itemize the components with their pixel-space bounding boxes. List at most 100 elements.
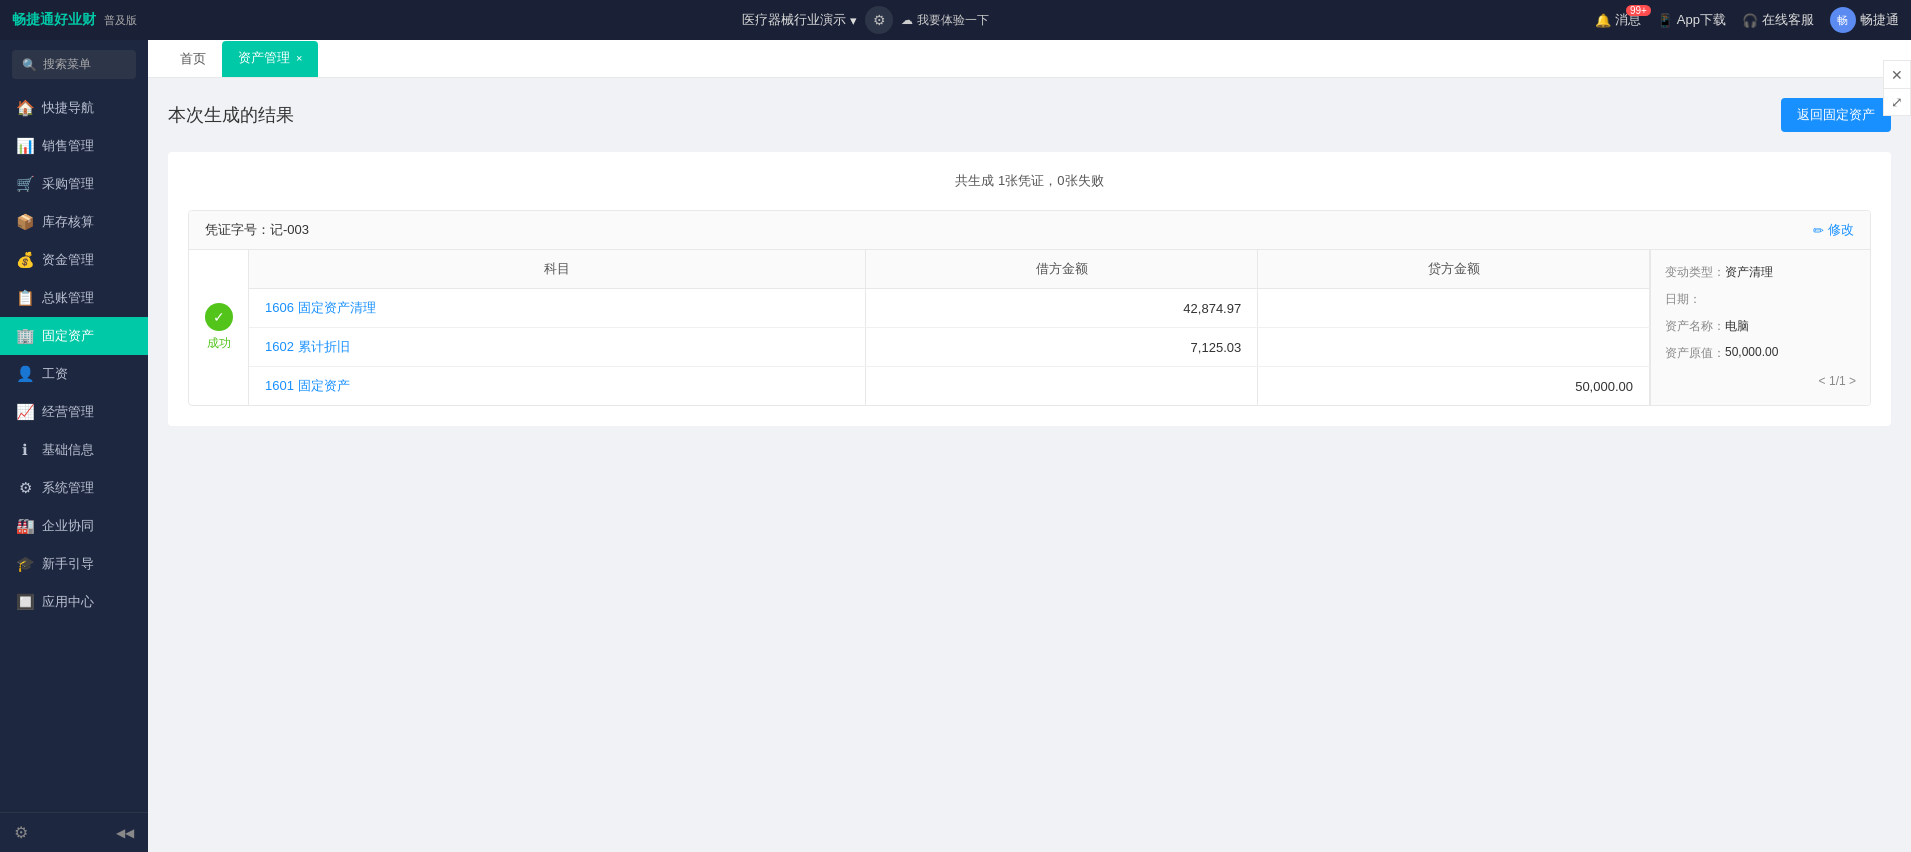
sidebar-item-sales[interactable]: 📊 销售管理 (0, 127, 148, 165)
topbar-center: 医疗器械行业演示 ▾ ⚙ ☁ 我要体验一下 (742, 6, 989, 34)
sidebar-item-basic-info[interactable]: ℹ 基础信息 (0, 431, 148, 469)
edit-voucher-button[interactable]: ✏ 修改 (1813, 221, 1854, 239)
back-to-fixed-assets-button[interactable]: 返回固定资产 (1781, 98, 1891, 132)
prev-page-icon[interactable]: < (1819, 374, 1826, 388)
layout: 🔍 搜索菜单 🏠 快捷导航 📊 销售管理 🛒 采购管理 📦 库存核算 (0, 40, 1911, 852)
table-row: 1602 累计折旧 7,125.03 (249, 328, 1650, 367)
account-cell[interactable]: 1606 固定资产清理 (249, 289, 866, 328)
tab-home[interactable]: 首页 (164, 42, 222, 76)
tab-close-icon[interactable]: × (296, 52, 302, 64)
change-type-row: 变动类型： 资产清理 (1665, 264, 1856, 281)
col-header-subject: 科目 (249, 250, 866, 289)
sidebar-item-system[interactable]: ⚙ 系统管理 (0, 469, 148, 507)
topbar-right: 🔔 消息 99+ 📱 App下载 🎧 在线客服 畅 畅捷通 (1595, 7, 1899, 33)
ledger-icon: 📋 (16, 289, 34, 307)
sidebar-item-payroll[interactable]: 👤 工资 (0, 355, 148, 393)
voucher-table: 科目 借方金额 贷方金额 1606 固定资产清理 42,874. (249, 250, 1650, 405)
result-summary: 共生成 1张凭证，0张失败 (188, 172, 1871, 190)
panel-controls: ✕ ⤢ (1883, 60, 1911, 116)
fixed-assets-icon: 🏢 (16, 327, 34, 345)
credit-cell: 50,000.00 (1258, 367, 1650, 406)
enterprise-icon: 🏭 (16, 517, 34, 535)
headset-icon: 🎧 (1742, 13, 1758, 28)
search-icon: 🔍 (22, 58, 37, 72)
date-row: 日期： (1665, 291, 1856, 308)
sidebar-item-ledger[interactable]: 📋 总账管理 (0, 279, 148, 317)
sidebar-item-enterprise[interactable]: 🏭 企业协同 (0, 507, 148, 545)
sidebar-collapse-icon[interactable]: ◀◀ (116, 826, 134, 840)
online-service-button[interactable]: 🎧 在线客服 (1742, 11, 1814, 29)
inventory-icon: 📦 (16, 213, 34, 231)
original-value-value: 50,000.00 (1725, 345, 1778, 359)
change-type-value: 资产清理 (1725, 264, 1773, 281)
sidebar-item-label: 应用中心 (42, 593, 94, 611)
credit-cell (1258, 328, 1650, 367)
sidebar-search-area: 🔍 搜索菜单 (0, 40, 148, 89)
edit-icon: ✏ (1813, 223, 1824, 238)
app-download-button[interactable]: 📱 App下载 (1657, 11, 1726, 29)
original-value-row: 资产原值： 50,000.00 (1665, 345, 1856, 362)
basic-info-icon: ℹ (16, 441, 34, 459)
app-logo: 畅捷通好业财 (12, 11, 96, 29)
cloud-icon: ☁ (901, 13, 913, 27)
sidebar-item-inventory[interactable]: 📦 库存核算 (0, 203, 148, 241)
sidebar-item-label: 采购管理 (42, 175, 94, 193)
sidebar-item-label: 经营管理 (42, 403, 94, 421)
payroll-icon: 👤 (16, 365, 34, 383)
credit-cell (1258, 289, 1650, 328)
voucher-body: ✓ 成功 科目 借方金额 贷方 (189, 250, 1870, 405)
experience-button[interactable]: ☁ 我要体验一下 (901, 12, 989, 29)
messages-badge: 99+ (1626, 5, 1651, 16)
guide-icon: 🎓 (16, 555, 34, 573)
sidebar-item-finance[interactable]: 💰 资金管理 (0, 241, 148, 279)
next-page-icon[interactable]: > (1849, 374, 1856, 388)
company-selector[interactable]: 医疗器械行业演示 ▾ (742, 11, 857, 29)
sidebar-item-label: 资金管理 (42, 251, 94, 269)
settings-icon[interactable]: ⚙ (865, 6, 893, 34)
account-cell[interactable]: 1601 固定资产 (249, 367, 866, 406)
company-name: 医疗器械行业演示 (742, 11, 846, 29)
side-info-panel: 变动类型： 资产清理 日期： 资产名称： 电脑 (1650, 250, 1870, 405)
download-icon: 📱 (1657, 13, 1673, 28)
operations-icon: 📈 (16, 403, 34, 421)
sidebar-item-label: 固定资产 (42, 327, 94, 345)
success-icon: ✓ (205, 303, 233, 331)
sidebar-item-label: 企业协同 (42, 517, 94, 535)
home-icon: 🏠 (16, 99, 34, 117)
sidebar-footer: ⚙ ◀◀ (0, 812, 148, 852)
voucher-section: 凭证字号：记-003 ✏ 修改 ✓ 成功 (188, 210, 1871, 406)
sidebar-item-quick-nav[interactable]: 🏠 快捷导航 (0, 89, 148, 127)
sidebar-scroll: 🏠 快捷导航 📊 销售管理 🛒 采购管理 📦 库存核算 💰 资金管理 📋 (0, 89, 148, 812)
sidebar-item-label: 总账管理 (42, 289, 94, 307)
expand-panel-button[interactable]: ⤢ (1883, 88, 1911, 116)
search-menu-button[interactable]: 🔍 搜索菜单 (12, 50, 136, 79)
finance-icon: 💰 (16, 251, 34, 269)
result-area: 共生成 1张凭证，0张失败 凭证字号：记-003 ✏ 修改 (168, 152, 1891, 426)
messages-button[interactable]: 🔔 消息 99+ (1595, 11, 1641, 29)
system-icon: ⚙ (16, 479, 34, 497)
user-menu[interactable]: 畅 畅捷通 (1830, 7, 1899, 33)
app-edition: 普及版 (104, 13, 137, 28)
account-cell[interactable]: 1602 累计折旧 (249, 328, 866, 367)
sidebar-item-label: 系统管理 (42, 479, 94, 497)
sidebar-item-guide[interactable]: 🎓 新手引导 (0, 545, 148, 583)
sidebar-item-fixed-assets[interactable]: 🏢 固定资产 (0, 317, 148, 355)
pagination-text: 1/1 (1829, 374, 1849, 388)
date-label: 日期： (1665, 291, 1725, 308)
page-header: 本次生成的结果 返回固定资产 (168, 98, 1891, 132)
asset-name-value: 电脑 (1725, 318, 1749, 335)
sidebar-item-app-center[interactable]: 🔲 应用中心 (0, 583, 148, 621)
debit-cell (866, 367, 1258, 406)
sidebar-item-label: 基础信息 (42, 441, 94, 459)
sidebar-item-purchase[interactable]: 🛒 采购管理 (0, 165, 148, 203)
page-content: 本次生成的结果 返回固定资产 共生成 1张凭证，0张失败 凭证字号：记-003 … (148, 78, 1911, 852)
sidebar-item-label: 工资 (42, 365, 68, 383)
main-content: 首页 资产管理 × 本次生成的结果 返回固定资产 共生成 1张凭证，0张失败 凭… (148, 40, 1911, 852)
purchase-icon: 🛒 (16, 175, 34, 193)
sales-icon: 📊 (16, 137, 34, 155)
footer-settings-icon[interactable]: ⚙ (14, 823, 28, 842)
sidebar-item-operations[interactable]: 📈 经营管理 (0, 393, 148, 431)
close-panel-button[interactable]: ✕ (1883, 60, 1911, 88)
sidebar: 🔍 搜索菜单 🏠 快捷导航 📊 销售管理 🛒 采购管理 📦 库存核算 (0, 40, 148, 852)
tab-asset-management[interactable]: 资产管理 × (222, 41, 318, 77)
